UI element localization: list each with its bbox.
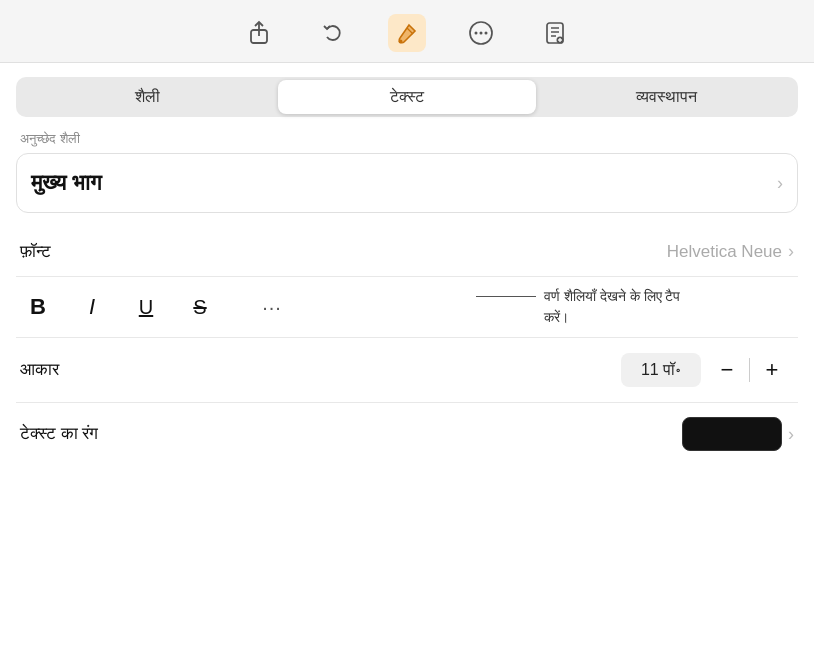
bold-button[interactable]: B bbox=[20, 289, 56, 325]
size-row: आकार 11 पॉ॰ − + bbox=[16, 338, 798, 403]
toolbar bbox=[0, 0, 814, 63]
paragraph-chevron-icon: › bbox=[777, 173, 783, 194]
size-controls: 11 पॉ॰ − + bbox=[621, 352, 794, 388]
svg-point-5 bbox=[475, 32, 478, 35]
underline-button[interactable]: U bbox=[128, 289, 164, 325]
font-value: Helvetica Neue bbox=[667, 242, 782, 262]
brush-icon[interactable] bbox=[388, 14, 426, 52]
strikethrough-button[interactable]: S bbox=[182, 289, 218, 325]
undo-icon[interactable] bbox=[314, 14, 352, 52]
size-label: आकार bbox=[20, 360, 59, 380]
tab-arrange[interactable]: व्यवस्थापन bbox=[538, 80, 795, 114]
color-chevron-icon: › bbox=[788, 424, 794, 445]
share-icon[interactable] bbox=[240, 14, 278, 52]
text-color-row[interactable]: टेक्स्ट का रंग › bbox=[16, 403, 798, 465]
size-value: 11 पॉ॰ bbox=[621, 353, 701, 387]
font-row[interactable]: फ़ॉन्ट Helvetica Neue › bbox=[16, 227, 798, 277]
tab-text[interactable]: टेक्स्ट bbox=[278, 80, 535, 114]
color-swatch-group: › bbox=[682, 417, 794, 451]
format-panel: अनुच्छेद शैली मुख्य भाग › फ़ॉन्ट Helveti… bbox=[0, 131, 814, 465]
size-decrease-button[interactable]: − bbox=[705, 352, 749, 388]
text-style-row: B I U S ··· वर्ण शैलियाँ देखने के लिए टै… bbox=[16, 277, 798, 338]
font-value-group: Helvetica Neue › bbox=[667, 241, 794, 262]
svg-point-6 bbox=[480, 32, 483, 35]
more-dots-icon[interactable] bbox=[462, 14, 500, 52]
svg-point-7 bbox=[485, 32, 488, 35]
doc-icon[interactable] bbox=[536, 14, 574, 52]
text-color-label: टेक्स्ट का रंग bbox=[20, 424, 98, 444]
svg-point-3 bbox=[399, 40, 403, 44]
italic-button[interactable]: I bbox=[74, 289, 110, 325]
paragraph-style-value: मुख्य भाग bbox=[31, 170, 101, 196]
font-chevron-icon: › bbox=[788, 241, 794, 262]
tab-style[interactable]: शैली bbox=[19, 80, 276, 114]
callout-text: वर्ण शैलियाँ देखने के लिए टैप करें। bbox=[544, 286, 704, 328]
paragraph-style-row[interactable]: मुख्य भाग › bbox=[16, 153, 798, 213]
segment-control: शैली टेक्स्ट व्यवस्थापन bbox=[16, 77, 798, 117]
paragraph-style-label: अनुच्छेद शैली bbox=[20, 131, 798, 147]
more-styles-button[interactable]: ··· bbox=[254, 289, 290, 325]
color-swatch[interactable] bbox=[682, 417, 782, 451]
font-label: फ़ॉन्ट bbox=[20, 242, 51, 262]
size-increase-button[interactable]: + bbox=[750, 352, 794, 388]
